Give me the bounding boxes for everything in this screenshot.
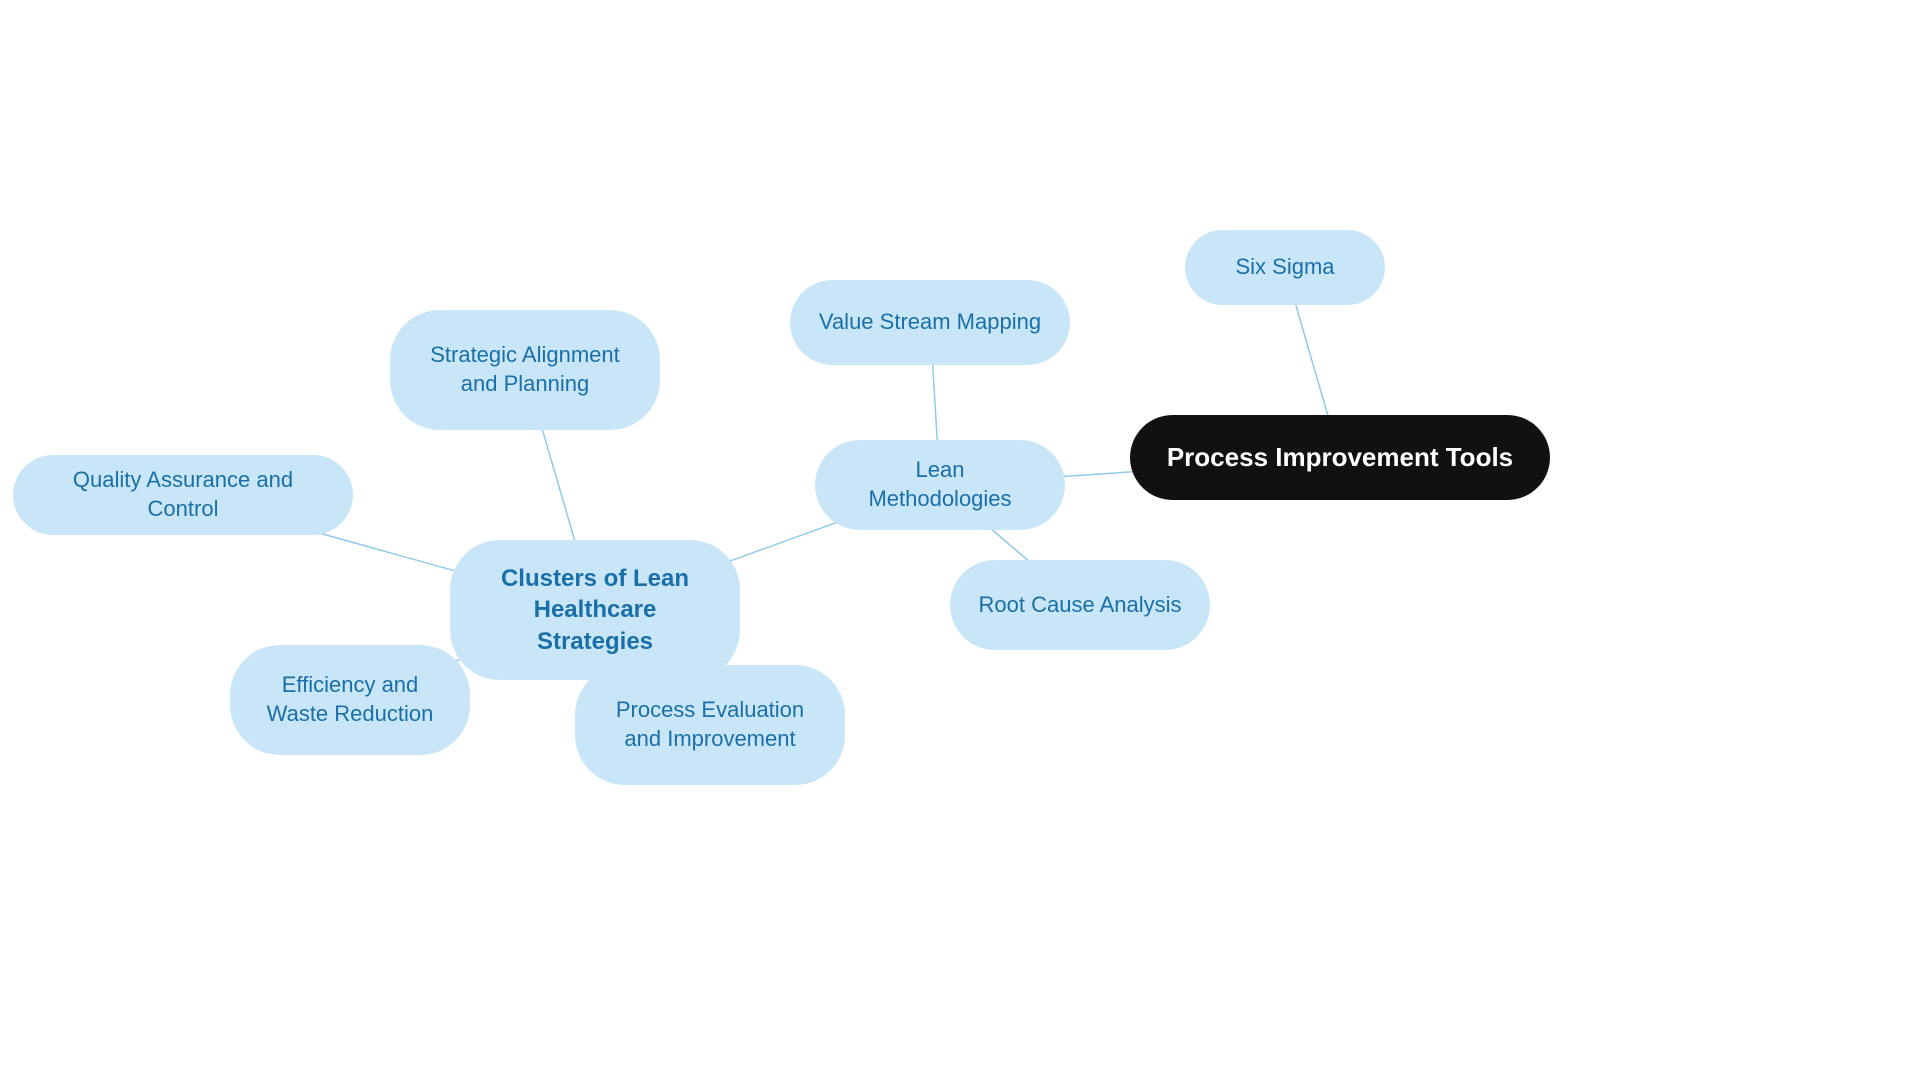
process-eval-node: Process Evaluation and Improvement <box>575 665 845 785</box>
process-tools-node: Process Improvement Tools <box>1130 415 1550 500</box>
strategic-node: Strategic Alignment and Planning <box>390 310 660 430</box>
lean-meth-node: Lean Methodologies <box>815 440 1065 530</box>
vsm-node: Value Stream Mapping <box>790 280 1070 365</box>
efficiency-node: Efficiency and Waste Reduction <box>230 645 470 755</box>
six-sigma-node: Six Sigma <box>1185 230 1385 305</box>
quality-node: Quality Assurance and Control <box>13 455 353 535</box>
center-node: Clusters of Lean Healthcare Strategies <box>450 540 740 680</box>
mind-map-connections <box>0 0 1920 1083</box>
rca-node: Root Cause Analysis <box>950 560 1210 650</box>
